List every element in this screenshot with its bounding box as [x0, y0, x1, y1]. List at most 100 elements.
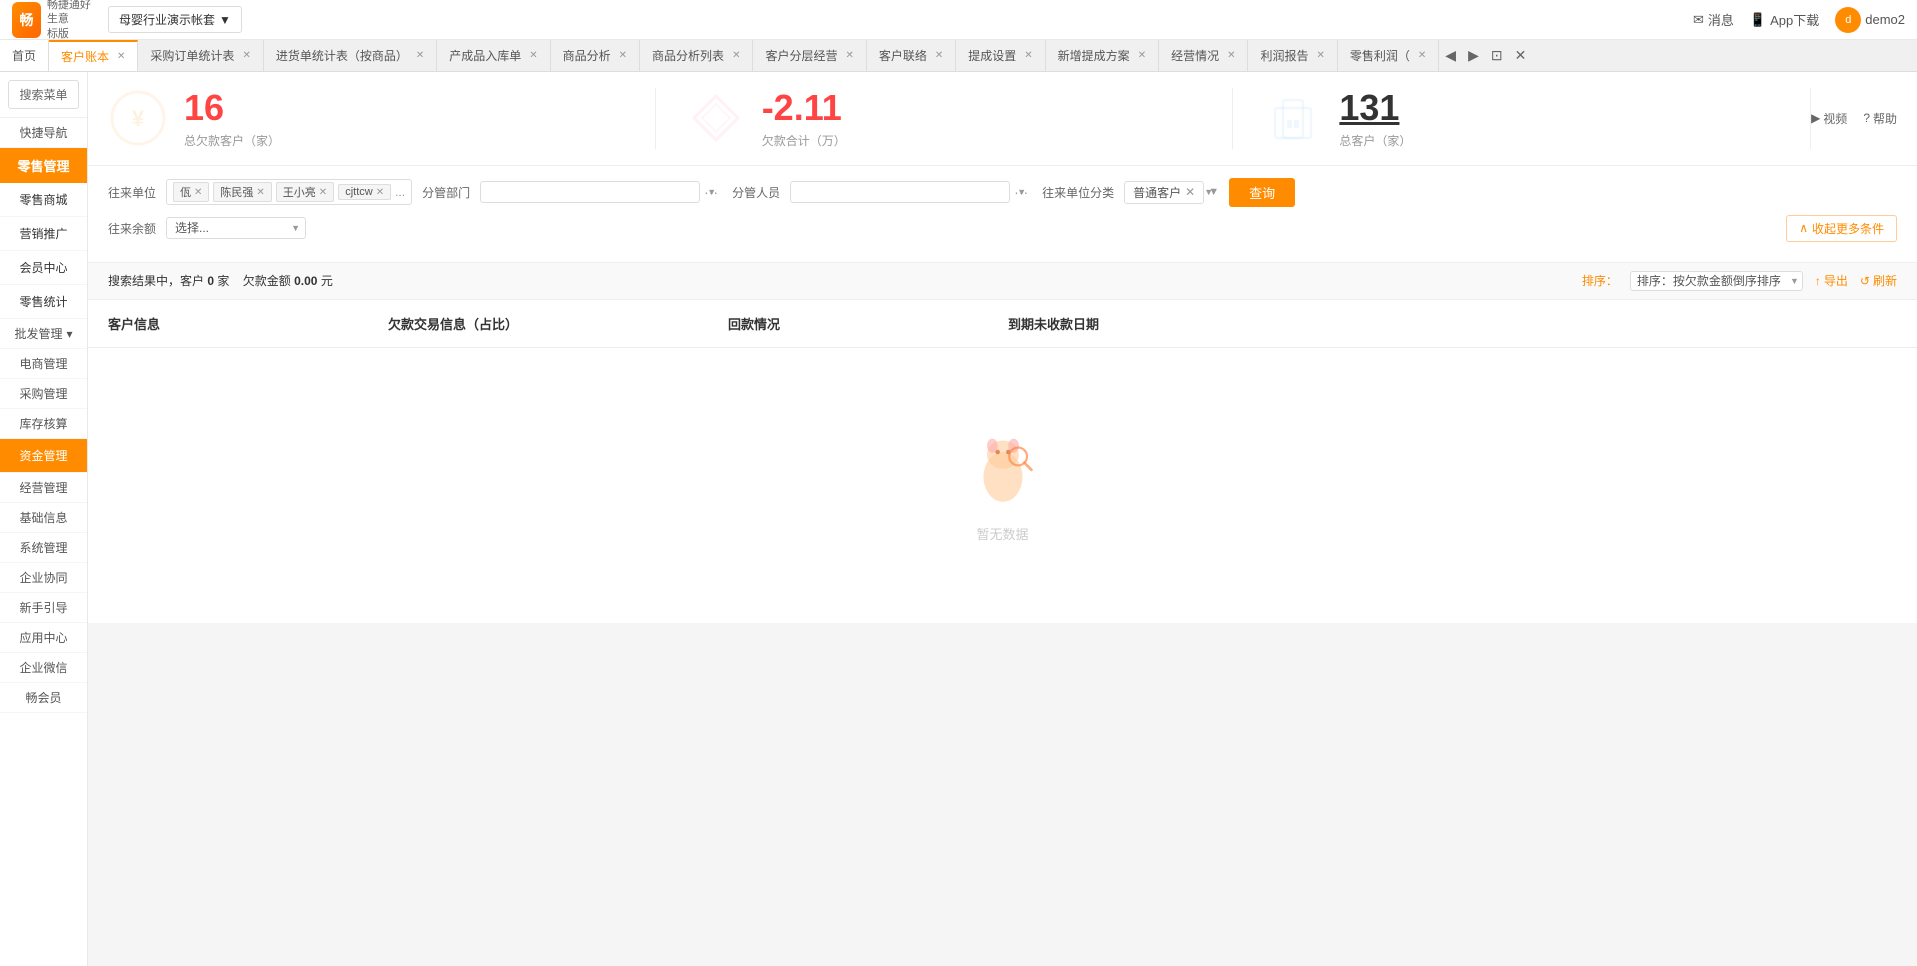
tab-product-input[interactable]: 产成品入库单 ✕: [437, 40, 550, 72]
empty-text: 暂无数据: [976, 524, 1028, 543]
query-button[interactable]: 查询: [1229, 178, 1295, 207]
sidebar-item-system[interactable]: 系统管理: [0, 533, 87, 563]
close-tab-operations[interactable]: ✕: [1227, 50, 1235, 61]
credit-customers-label: 总欠款客户（家）: [184, 132, 280, 149]
sidebar-item-retail[interactable]: 零售管理: [0, 148, 87, 183]
top-right-links: ▶ 视频 ? 帮助: [1811, 110, 1897, 127]
close-tab-product-analysis[interactable]: ✕: [619, 50, 627, 61]
tab-home[interactable]: 首页: [0, 40, 49, 72]
person-input[interactable]: [790, 181, 1010, 203]
close-tab-reminder-settings[interactable]: ✕: [1024, 50, 1032, 61]
help-link[interactable]: ? 帮助: [1863, 110, 1897, 127]
stat-credit-customers: ¥ 16 总欠款客户（家）: [108, 88, 656, 149]
close-tab-customer-book[interactable]: ✕: [117, 51, 125, 62]
tab-purchase-order[interactable]: 采购订单统计表 ✕: [138, 40, 263, 72]
refresh-btn[interactable]: ↺ 刷新: [1860, 272, 1897, 289]
collapse-btn[interactable]: ∧ 收起更多条件: [1786, 215, 1897, 242]
close-tab-retail-profit[interactable]: ✕: [1418, 50, 1426, 61]
close-tab-customer-contact[interactable]: ✕: [935, 50, 943, 61]
balance-select[interactable]: 选择...: [166, 217, 306, 239]
sidebar-item-marketing[interactable]: 营销推广: [0, 217, 87, 251]
remove-tag-wangxiaoliang[interactable]: ✕: [319, 187, 327, 198]
sidebar-item-retail-mall[interactable]: 零售商城: [0, 183, 87, 217]
tab-scroll-right[interactable]: ▶: [1462, 47, 1485, 64]
remove-customer-type[interactable]: ✕: [1185, 185, 1195, 199]
sidebar-item-app-center[interactable]: 应用中心: [0, 623, 87, 653]
tab-retail-profit[interactable]: 零售利润（ ✕: [1338, 40, 1439, 72]
close-tab-profit-report[interactable]: ✕: [1317, 50, 1325, 61]
close-tab-purchase-stats[interactable]: ✕: [416, 50, 424, 61]
filter-row-2: 往来余额 选择... ∧ 收起更多条件: [108, 215, 1897, 242]
sidebar-item-vip[interactable]: 畅会员: [0, 683, 87, 713]
chevron-up-icon: ∧: [1799, 221, 1808, 235]
sidebar-item-ops[interactable]: 经营管理: [0, 473, 87, 503]
tab-restore[interactable]: ⊡: [1485, 47, 1509, 64]
close-tab-product-input[interactable]: ✕: [529, 50, 537, 61]
close-tab-purchase-order[interactable]: ✕: [242, 50, 250, 61]
tab-scroll-left[interactable]: ◀: [1439, 47, 1462, 64]
customer-type-tag: 普通客户 ✕: [1124, 181, 1204, 204]
tab-reminder-settings[interactable]: 提成设置 ✕: [956, 40, 1045, 72]
tab-customer-tier[interactable]: 客户分层经营 ✕: [753, 40, 866, 72]
tab-new-reminder[interactable]: 新增提成方案 ✕: [1046, 40, 1159, 72]
unit-tag-cjttcw: cjttcw ✕: [338, 184, 391, 200]
top-bar-right: ✉ 消息 📱 App下载 d demo2: [1693, 7, 1905, 33]
app-download-btn[interactable]: 📱 App下载: [1750, 10, 1819, 29]
sidebar-item-purchase[interactable]: 采购管理: [0, 379, 87, 409]
sidebar-item-wholesale[interactable]: 批发管理 ▾: [0, 319, 87, 349]
tab-customer-book[interactable]: 客户账本 ✕: [49, 40, 138, 72]
tab-close-all[interactable]: ✕: [1509, 47, 1533, 64]
total-customers-label: 总客户（家）: [1339, 132, 1411, 149]
sidebar-item-inventory[interactable]: 库存核算: [0, 409, 87, 439]
remove-tag-chenminqiang[interactable]: ✕: [256, 187, 264, 198]
message-btn[interactable]: ✉ 消息: [1693, 10, 1734, 29]
unit-tag-wangxiaoliang: 王小亮 ✕: [276, 182, 334, 202]
tab-profit-report[interactable]: 利润报告 ✕: [1248, 40, 1337, 72]
stat-credit-total: -2.11 欠款合计（万）: [656, 88, 1234, 149]
unit-classify-chevron[interactable]: ▼: [1208, 186, 1219, 198]
sidebar-item-member[interactable]: 会员中心: [0, 251, 87, 285]
export-btn[interactable]: ↑ 导出: [1815, 272, 1848, 289]
close-tab-new-reminder[interactable]: ✕: [1138, 50, 1146, 61]
dept-label: 分管部门: [422, 184, 470, 201]
unit-tag-group[interactable]: 佤 ✕ 陈民强 ✕ 王小亮 ✕ cjttcw ✕ ...: [166, 179, 412, 205]
unit-classify-wrap[interactable]: 普通客户 ✕ ▼: [1124, 181, 1219, 204]
tab-purchase-stats[interactable]: 进货单统计表（按商品） ✕: [264, 40, 437, 72]
remove-tag-cjttcw[interactable]: ✕: [376, 187, 384, 198]
stats-row: ¥ 16 总欠款客户（家） -2.11 欠款合计（万: [88, 72, 1917, 166]
user-menu[interactable]: d demo2: [1835, 7, 1905, 33]
balance-select-wrap[interactable]: 选择...: [166, 217, 306, 239]
sidebar-item-finance[interactable]: 资金管理: [0, 439, 87, 473]
close-tab-customer-tier[interactable]: ✕: [845, 50, 853, 61]
sidebar-item-basic[interactable]: 基础信息: [0, 503, 87, 533]
result-actions: 排序： 排序：按欠款金额倒序排序 ↑ 导出 ↺ 刷新: [1582, 271, 1897, 291]
dept-dots[interactable]: ···: [700, 184, 722, 200]
video-link[interactable]: ▶ 视频: [1811, 110, 1847, 127]
sidebar-item-newbie[interactable]: 新手引导: [0, 593, 87, 623]
col-collection: 回款情况: [728, 310, 1008, 337]
sidebar-item-quick-nav[interactable]: 快捷导航: [0, 118, 87, 148]
tab-product-analysis[interactable]: 商品分析 ✕: [551, 40, 640, 72]
close-tab-product-analysis-list[interactable]: ✕: [732, 50, 740, 61]
sidebar-item-ecommerce[interactable]: 电商管理: [0, 349, 87, 379]
help-icon: ?: [1863, 111, 1870, 125]
top-bar: 畅 畅捷通好生意 标版 母婴行业演示帐套 ▼ ✉ 消息 📱 App下载 d de…: [0, 0, 1917, 40]
refresh-icon: ↺: [1860, 274, 1870, 288]
sidebar-item-enterprise[interactable]: 企业协同: [0, 563, 87, 593]
dept-input[interactable]: [480, 181, 700, 203]
person-dots[interactable]: ···: [1010, 184, 1032, 200]
credit-total-number: -2.11: [762, 88, 846, 128]
tab-customer-contact[interactable]: 客户联络 ✕: [867, 40, 956, 72]
sidebar-item-retail-stats[interactable]: 零售统计: [0, 285, 87, 319]
sort-select[interactable]: 排序：按欠款金额倒序排序: [1630, 271, 1803, 291]
unit-tags-more[interactable]: ...: [395, 185, 405, 199]
tab-operations[interactable]: 经营情况 ✕: [1159, 40, 1248, 72]
search-menu-btn[interactable]: 搜索菜单: [8, 80, 79, 109]
mobile-icon: 📱: [1750, 12, 1766, 28]
empty-state: 暂无数据: [88, 348, 1917, 623]
tab-product-analysis-list[interactable]: 商品分析列表 ✕: [640, 40, 753, 72]
account-selector[interactable]: 母婴行业演示帐套 ▼: [108, 6, 242, 33]
sidebar-item-wechat[interactable]: 企业微信: [0, 653, 87, 683]
remove-tag-wa[interactable]: ✕: [194, 187, 202, 198]
yuan-icon: ¥: [108, 88, 168, 148]
